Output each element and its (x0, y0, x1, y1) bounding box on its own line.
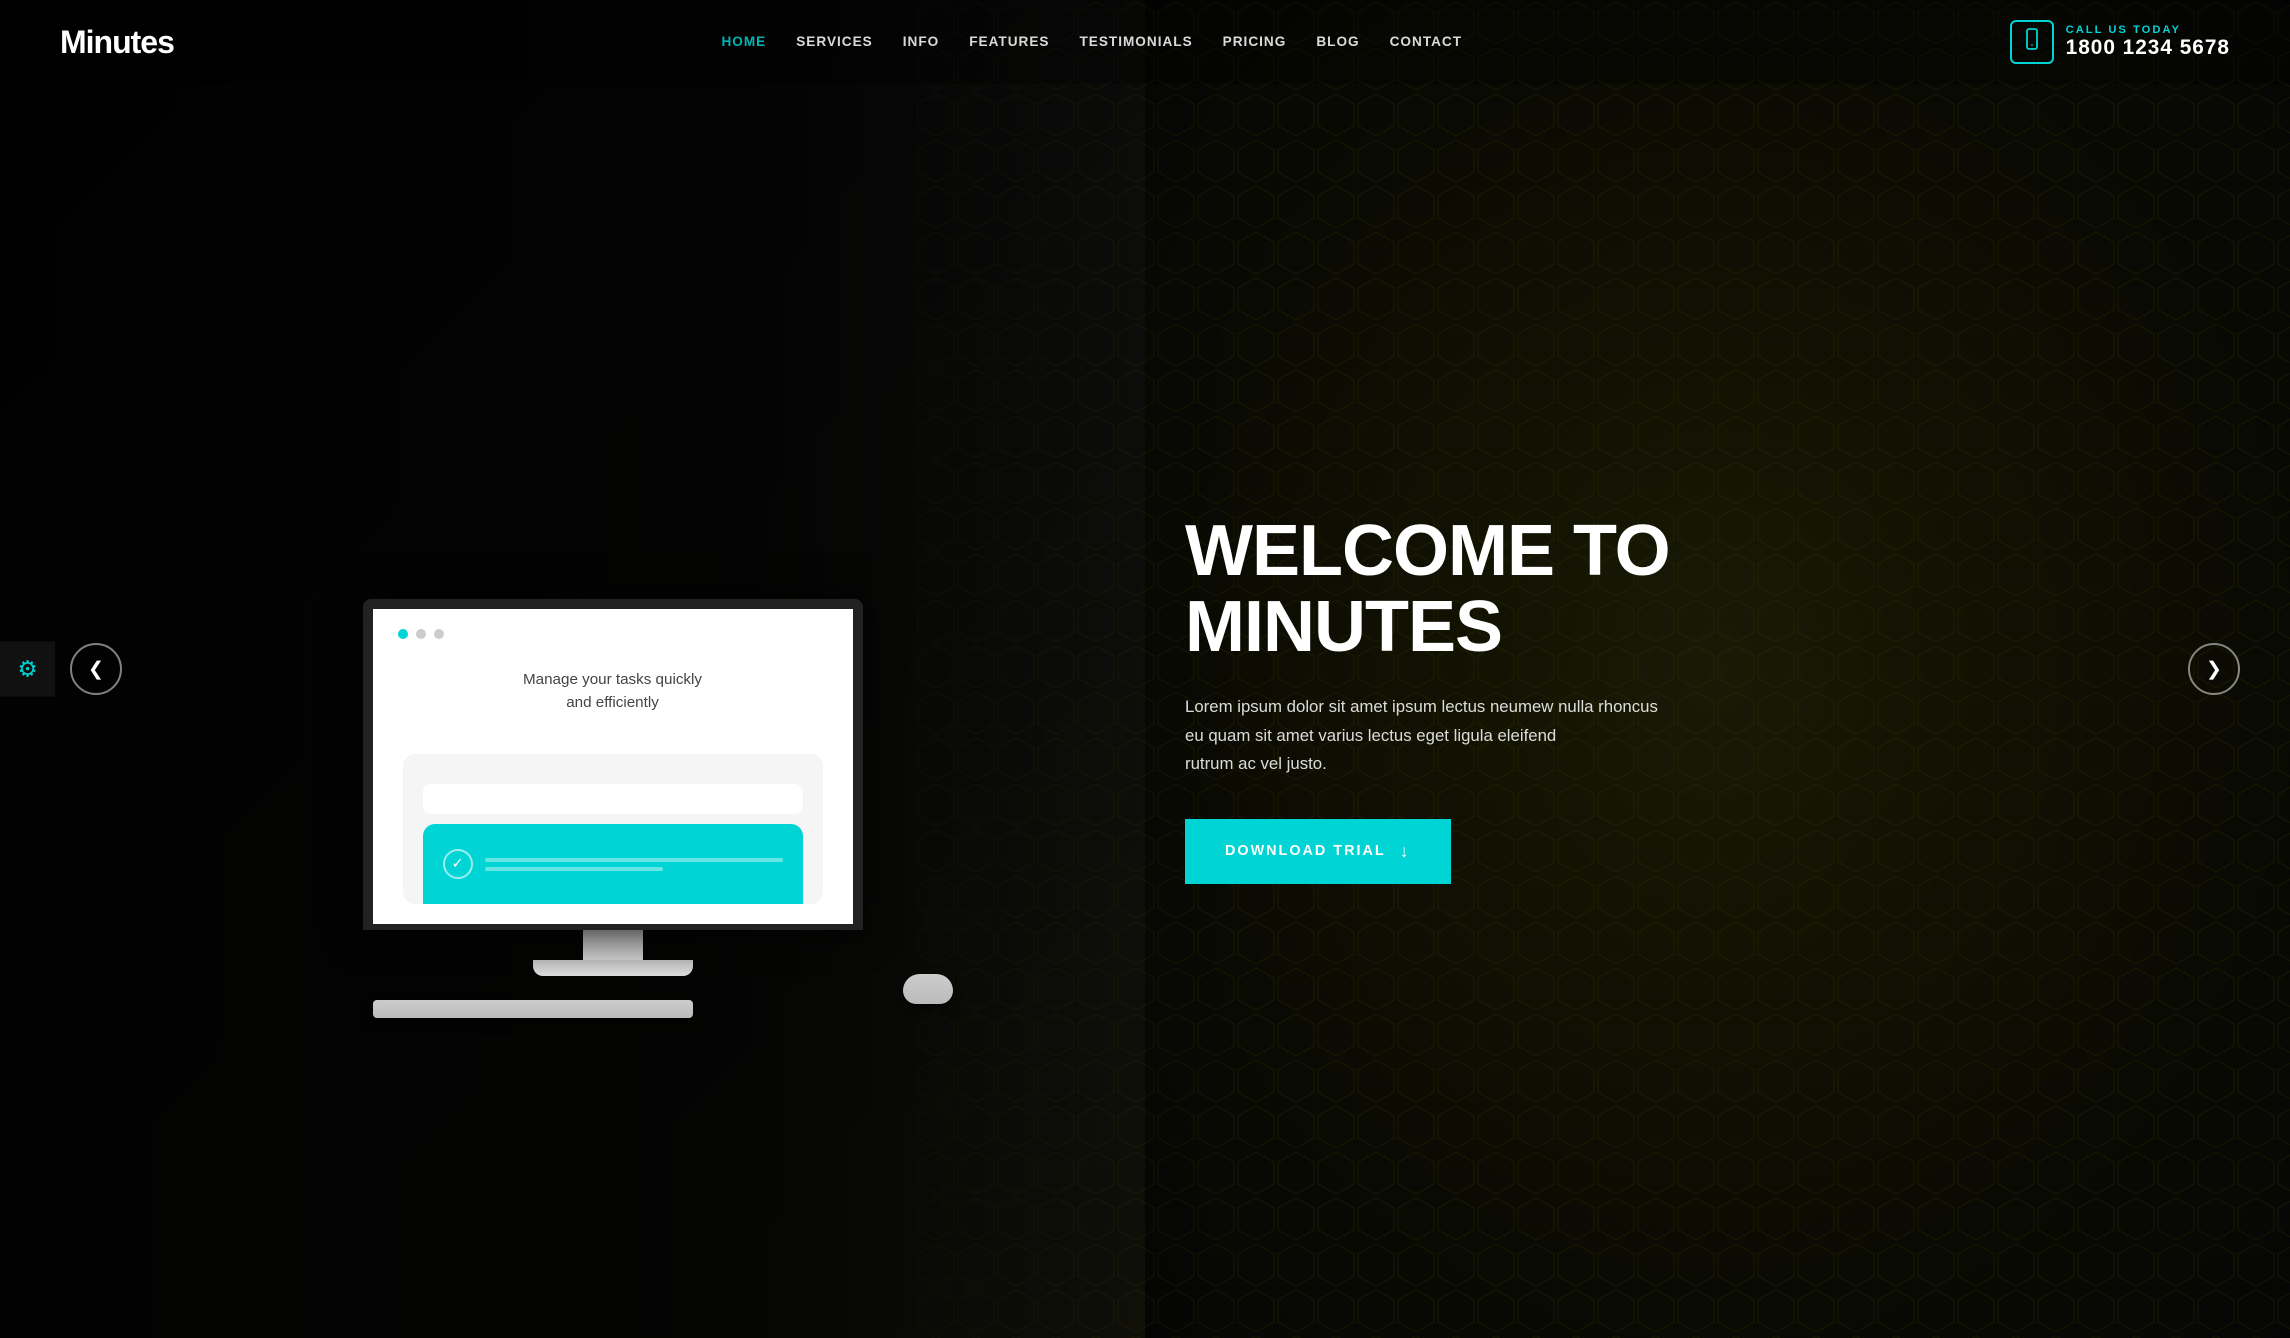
nav-link-services[interactable]: SERVICES (796, 34, 873, 49)
slider-prev-button[interactable]: ❮ (70, 643, 122, 695)
dot-1 (398, 629, 408, 639)
dot-2 (416, 629, 426, 639)
hero-title-line2: MINUTES (1185, 587, 1502, 667)
hero-text: WELCOME TO MINUTES Lorem ipsum dolor sit… (1145, 514, 2210, 944)
monitor-card: ✓ (403, 754, 823, 904)
monitor-base (363, 930, 863, 976)
monitor-keyboard (373, 1000, 693, 1018)
teal-lines (485, 858, 783, 871)
monitor-stand (533, 960, 693, 976)
monitor-neck (583, 930, 643, 960)
phone-cta: CALL US TODAY 1800 1234 5678 (2010, 20, 2230, 64)
nav-link-pricing[interactable]: PRICING (1223, 34, 1287, 49)
nav-link-features[interactable]: FEATURES (969, 34, 1049, 49)
nav-item-info[interactable]: INFO (903, 33, 939, 51)
monitor-illustration: Manage your tasks quicklyand efficiently… (80, 599, 1145, 1020)
nav-item-services[interactable]: SERVICES (796, 33, 873, 51)
hero-title-line1: WELCOME TO (1185, 511, 1670, 591)
keyboard-mouse-wrap (363, 984, 863, 1019)
slide-dots (393, 629, 833, 639)
monitor-screen: Manage your tasks quicklyand efficiently… (363, 599, 863, 931)
chevron-right-icon: ❯ (2206, 657, 2222, 681)
logo[interactable]: Minutes (60, 24, 174, 61)
nav-link-home[interactable]: HOME (721, 34, 766, 49)
settings-button[interactable]: ⚙ (0, 642, 55, 697)
teal-line-2 (485, 867, 664, 871)
check-icon: ✓ (451, 856, 463, 872)
nav-links: HOME SERVICES INFO FEATURES TESTIMONIALS… (721, 33, 1462, 51)
slider-next-button[interactable]: ❯ (2188, 643, 2240, 695)
download-label: DOWNLOAD TRIAL (1225, 843, 1386, 859)
dot-3 (434, 629, 444, 639)
gear-icon: ⚙ (17, 656, 37, 682)
nav-link-contact[interactable]: CONTACT (1390, 34, 1462, 49)
monitor-mouse (903, 974, 953, 1004)
nav-item-pricing[interactable]: PRICING (1223, 33, 1287, 51)
download-arrow-icon: ↓ (1400, 841, 1411, 862)
nav-link-testimonials[interactable]: TESTIMONIALS (1079, 34, 1192, 49)
nav-item-home[interactable]: HOME (721, 33, 766, 51)
hero-content: Manage your tasks quicklyand efficiently… (0, 0, 2290, 1338)
hero-section: Minutes HOME SERVICES INFO FEATURES TEST… (0, 0, 2290, 1338)
monitor-teal-section: ✓ (423, 824, 803, 904)
nav-item-contact[interactable]: CONTACT (1390, 33, 1462, 51)
nav-item-testimonials[interactable]: TESTIMONIALS (1079, 33, 1192, 51)
teal-line-1 (485, 858, 783, 862)
hero-description: Lorem ipsum dolor sit amet ipsum lectus … (1185, 693, 1665, 779)
phone-icon-wrap (2010, 20, 2054, 64)
call-label: CALL US TODAY (2066, 24, 2230, 36)
nav-link-info[interactable]: INFO (903, 34, 939, 49)
hero-title: WELCOME TO MINUTES (1185, 514, 2210, 665)
check-circle: ✓ (443, 849, 473, 879)
monitor: Manage your tasks quicklyand efficiently… (363, 599, 863, 1020)
monitor-card-bar (423, 784, 803, 814)
navbar: Minutes HOME SERVICES INFO FEATURES TEST… (0, 0, 2290, 84)
nav-link-blog[interactable]: BLOG (1316, 34, 1359, 49)
monitor-text: Manage your tasks quicklyand efficiently (393, 669, 833, 715)
download-trial-button[interactable]: DOWNLOAD TRIAL ↓ (1185, 819, 1451, 884)
chevron-left-icon: ❮ (88, 657, 104, 681)
phone-text: CALL US TODAY 1800 1234 5678 (2066, 24, 2230, 60)
phone-number: 1800 1234 5678 (2066, 36, 2230, 60)
nav-item-features[interactable]: FEATURES (969, 33, 1049, 51)
phone-icon (2020, 27, 2044, 57)
nav-item-blog[interactable]: BLOG (1316, 33, 1359, 51)
